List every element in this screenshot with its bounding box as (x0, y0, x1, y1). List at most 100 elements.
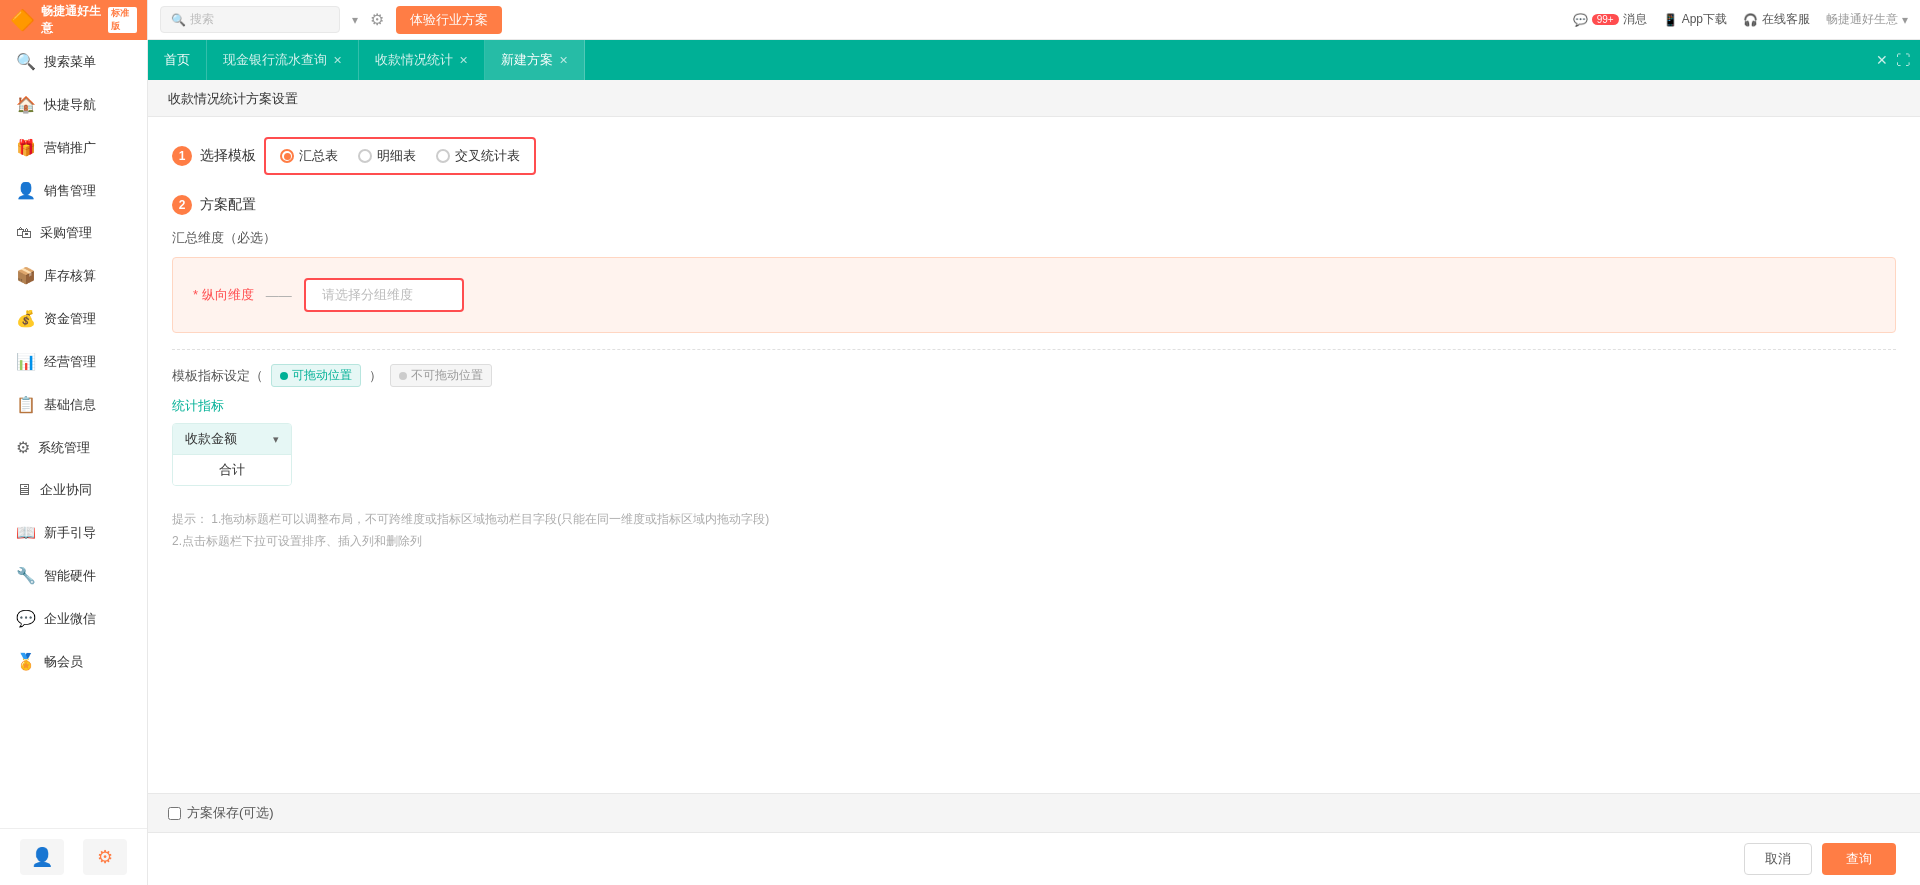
stats-label: 统计指标 (172, 397, 1896, 415)
radio-detail[interactable]: 明细表 (358, 147, 416, 165)
stats-table-header-text: 收款金额 (185, 430, 237, 448)
finance-icon: 💰 (16, 309, 36, 328)
sidebar-item-basic-info[interactable]: 📋 基础信息 (0, 383, 147, 426)
sidebar-item-newbie[interactable]: 📖 新手引导 (0, 511, 147, 554)
app-download-icon: 📱 (1663, 13, 1678, 27)
fixed-label: 不可拖动位置 (411, 367, 483, 384)
sidebar-item-enterprise[interactable]: 🖥 企业协同 (0, 469, 147, 511)
content-body: 1 选择模板 汇总表 明细表 交叉统计表 (148, 117, 1920, 793)
tab-receipt-stats-close[interactable]: ✕ (459, 54, 468, 67)
tab-home[interactable]: 首页 (148, 40, 207, 80)
step1-number: 1 (172, 146, 192, 166)
page-title: 收款情况统计方案设置 (168, 90, 1900, 116)
sidebar-item-smart-hw[interactable]: 🔧 智能硬件 (0, 554, 147, 597)
stats-table: 收款金额 ▾ 合计 (172, 423, 292, 486)
tips-area: 提示： 1.拖动标题栏可以调整布局，不可跨维度或指标区域拖动栏目字段(只能在同一… (172, 509, 1896, 552)
sidebar-item-label: 资金管理 (44, 310, 96, 328)
user-name: 畅捷通好生意 (1826, 11, 1898, 28)
topbar-dropdown-arrow[interactable]: ▾ (352, 13, 358, 27)
radio-cross-circle (436, 149, 450, 163)
sidebar-item-sales[interactable]: 👤 销售管理 (0, 169, 147, 212)
tips-line2: 2.点击标题栏下拉可设置排序、插入列和删除列 (172, 531, 1896, 553)
footer-save-section: 方案保存(可选) (148, 793, 1920, 832)
indicator-settings-title: 模板指标设定（ 可拖动位置 ） 不可拖动位置 (172, 364, 1896, 387)
dimension-select[interactable]: 请选择分组维度 (304, 278, 464, 312)
sidebar-item-finance[interactable]: 💰 资金管理 (0, 297, 147, 340)
user-name-item[interactable]: 畅捷通好生意 ▾ (1826, 11, 1908, 28)
online-service-item[interactable]: 🎧 在线客服 (1743, 11, 1810, 28)
dimension-arrow-icon: —— (266, 288, 292, 303)
tab-receipt-stats-label: 收款情况统计 (375, 51, 453, 69)
fixed-dot (399, 372, 407, 380)
tab-bank-flow[interactable]: 现金银行流水查询 ✕ (207, 40, 359, 80)
inventory-icon: 📦 (16, 266, 36, 285)
stats-table-header: 收款金额 ▾ (173, 424, 291, 455)
tabbar-expand-icon[interactable]: ⛶ (1896, 52, 1910, 68)
step1-header: 1 选择模板 汇总表 明细表 交叉统计表 (172, 137, 1896, 175)
notification-item[interactable]: 💬 99+ 消息 (1573, 11, 1647, 28)
sidebar-item-enterprise-wechat[interactable]: 💬 企业微信 (0, 597, 147, 640)
tabbar-close-icon[interactable]: ✕ (1876, 52, 1888, 68)
sales-icon: 👤 (16, 181, 36, 200)
save-checkbox[interactable] (168, 807, 181, 820)
radio-summary-label: 汇总表 (299, 147, 338, 165)
cancel-button[interactable]: 取消 (1744, 843, 1812, 875)
sidebar-item-label: 快捷导航 (44, 96, 96, 114)
stats-table-cell: 合计 (173, 455, 291, 485)
sidebar-bottom-btn-1[interactable]: 👤 (20, 839, 64, 875)
sidebar-item-member[interactable]: 🏅 畅会员 (0, 640, 147, 683)
sidebar-item-label: 采购管理 (40, 224, 92, 242)
tab-new-plan[interactable]: 新建方案 ✕ (485, 40, 585, 80)
system-icon: ⚙ (16, 438, 30, 457)
sidebar-item-label: 营销推广 (44, 139, 96, 157)
step2-header: 2 方案配置 (172, 195, 1896, 215)
tab-bank-flow-close[interactable]: ✕ (333, 54, 342, 67)
app-download-item[interactable]: 📱 App下载 (1663, 11, 1727, 28)
save-label: 方案保存(可选) (187, 804, 274, 822)
trial-btn[interactable]: 体验行业方案 (396, 6, 502, 34)
sidebar-bottom-btn-2[interactable]: ⚙ (83, 839, 127, 875)
tabbar-actions: ✕ ⛶ (1866, 40, 1920, 80)
topbar-right: 💬 99+ 消息 📱 App下载 🎧 在线客服 畅捷通好生意 ▾ (1573, 11, 1908, 28)
movable-badge: 可拖动位置 (271, 364, 361, 387)
stats-table-chevron[interactable]: ▾ (273, 433, 279, 446)
sidebar-bottom: 👤 ⚙ (0, 828, 147, 885)
topbar-search[interactable]: 🔍 搜索 (160, 6, 340, 33)
search-placeholder-text: 搜索 (190, 11, 214, 28)
quick-nav-icon: 🏠 (16, 95, 36, 114)
sidebar-item-label: 销售管理 (44, 182, 96, 200)
vertical-dimension-label: 纵向维度 (193, 286, 254, 304)
sidebar-item-operation[interactable]: 📊 经营管理 (0, 340, 147, 383)
basic-info-icon: 📋 (16, 395, 36, 414)
tab-new-plan-label: 新建方案 (501, 51, 553, 69)
tips-line1: 提示： 1.拖动标题栏可以调整布局，不可跨维度或指标区域拖动栏目字段(只能在同一… (172, 509, 1896, 531)
tab-home-label: 首页 (164, 51, 190, 69)
radio-cross[interactable]: 交叉统计表 (436, 147, 520, 165)
sidebar-item-label: 智能硬件 (44, 567, 96, 585)
enterprise-wechat-icon: 💬 (16, 609, 36, 628)
sidebar-item-purchase[interactable]: 🛍 采购管理 (0, 212, 147, 254)
topbar-gear-icon[interactable]: ⚙ (370, 10, 384, 29)
sidebar-item-label: 畅会员 (44, 653, 83, 671)
logo-text: 畅捷通好生意 (41, 3, 102, 37)
step2-title: 方案配置 (200, 196, 256, 214)
tab-receipt-stats[interactable]: 收款情况统计 ✕ (359, 40, 485, 80)
service-icon: 🎧 (1743, 13, 1758, 27)
radio-summary[interactable]: 汇总表 (280, 147, 338, 165)
movable-label: 可拖动位置 (292, 367, 352, 384)
indicator-settings: 模板指标设定（ 可拖动位置 ） 不可拖动位置 统计指标 (172, 349, 1896, 489)
query-button[interactable]: 查询 (1822, 843, 1896, 875)
operation-icon: 📊 (16, 352, 36, 371)
sidebar-item-quick-nav[interactable]: 🏠 快捷导航 (0, 83, 147, 126)
dimension-area: 纵向维度 —— 请选择分组维度 (172, 257, 1896, 333)
sidebar-item-search-menu[interactable]: 🔍 搜索菜单 (0, 40, 147, 83)
sidebar-item-marketing[interactable]: 🎁 营销推广 (0, 126, 147, 169)
tab-new-plan-close[interactable]: ✕ (559, 54, 568, 67)
sidebar-item-system[interactable]: ⚙ 系统管理 (0, 426, 147, 469)
indicator-title-suffix: ） (369, 367, 382, 385)
indicator-title-text: 模板指标设定（ (172, 367, 263, 385)
notification-badge: 99+ (1592, 14, 1619, 25)
plan-config: 汇总维度（必选） 纵向维度 —— 请选择分组维度 模板指标设定（ (172, 229, 1896, 552)
sidebar-item-inventory[interactable]: 📦 库存核算 (0, 254, 147, 297)
step1-title: 选择模板 (200, 147, 256, 165)
